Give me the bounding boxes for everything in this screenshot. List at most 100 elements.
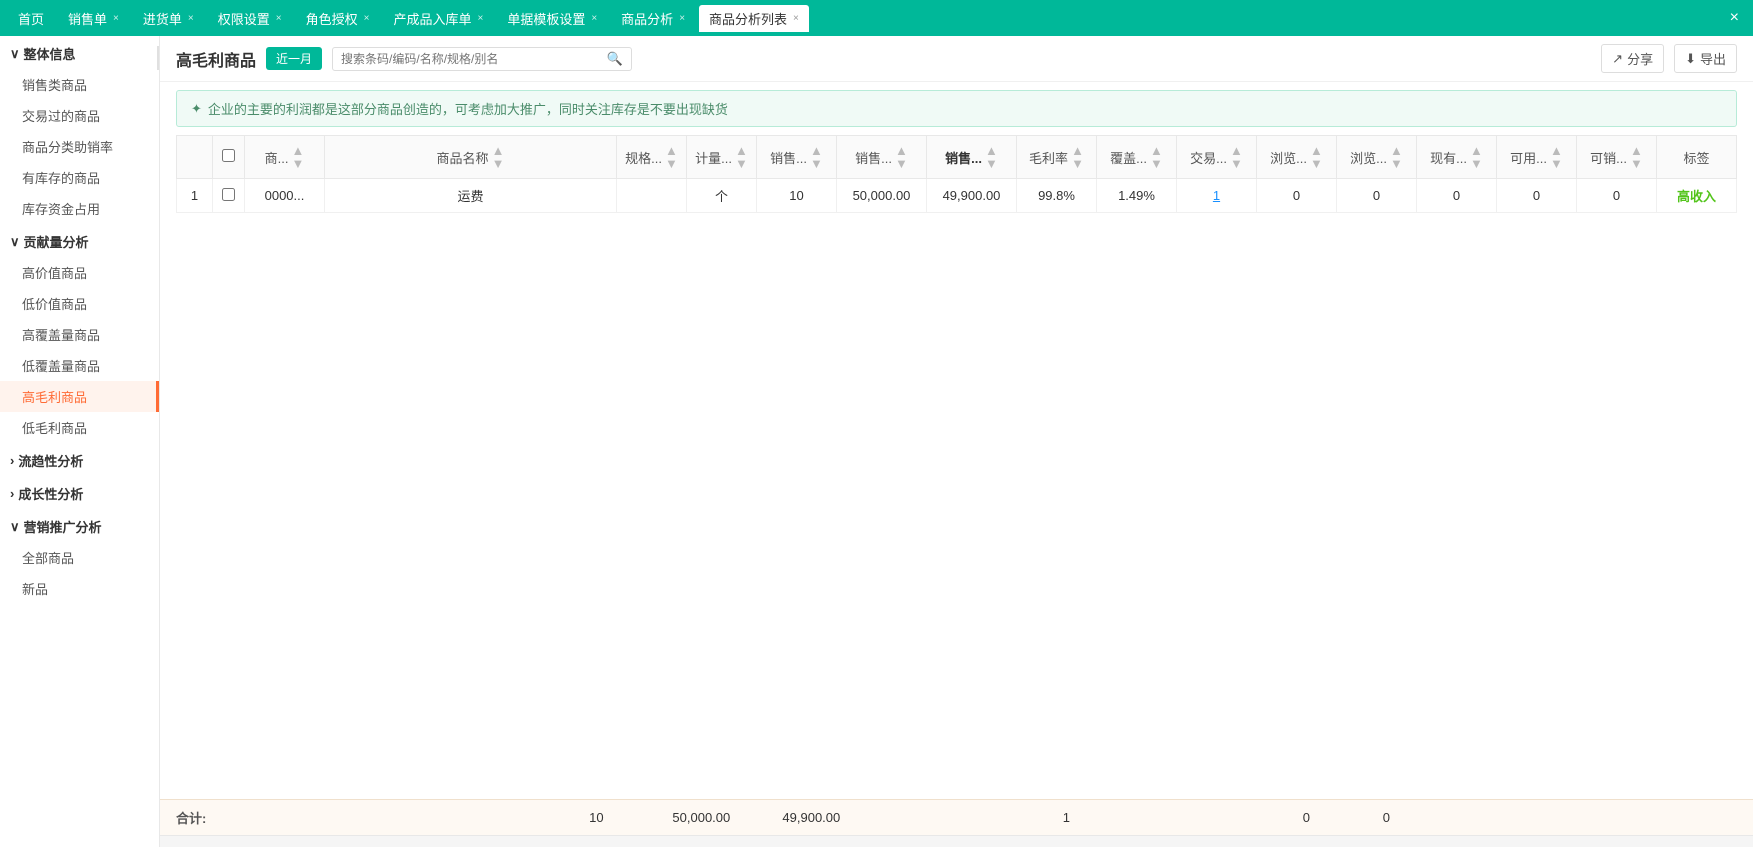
nav-template[interactable]: 单据模板设置 × [497, 5, 607, 32]
chevron-down-icon: ∨ [10, 234, 20, 250]
cell-tag: 高收入 [1657, 179, 1737, 213]
info-icon: ✦ [191, 101, 202, 117]
sidebar-group-growth[interactable]: › 成长性分析 [0, 476, 159, 509]
sidebar-item-low-coverage[interactable]: 低覆盖量商品 [0, 350, 159, 381]
col-unit[interactable]: 计量... ▲▼ [687, 136, 757, 179]
close-icon[interactable]: × [188, 13, 194, 24]
cell-sales3: 49,900.00 [927, 179, 1017, 213]
close-icon[interactable]: × [591, 13, 597, 24]
nav-product-entry[interactable]: 产成品入库单 × [383, 5, 493, 32]
cell-code[interactable]: 0000... [245, 179, 325, 213]
cell-checkbox[interactable] [213, 179, 245, 213]
cell-spec [617, 179, 687, 213]
footer-sales1: 10 [546, 810, 646, 825]
chevron-down-icon: ∨ [10, 519, 20, 535]
col-coverage[interactable]: 覆盖... ▲▼ [1097, 136, 1177, 179]
table-wrap: 商... ▲▼ 商品名称 ▲▼ 规格... [160, 135, 1753, 799]
sidebar-collapse-button[interactable]: « [157, 46, 160, 70]
content-header: 高毛利商品 近一月 🔍 ↗ 分享 ⬇ 导出 [160, 36, 1753, 82]
close-icon[interactable]: × [477, 13, 483, 24]
cell-transaction[interactable]: 1 [1177, 179, 1257, 213]
col-browse1[interactable]: 浏览... ▲▼ [1257, 136, 1337, 179]
cell-sales2: 50,000.00 [837, 179, 927, 213]
nav-purchase[interactable]: 进货单 × [133, 5, 204, 32]
col-sales3[interactable]: 销售... ▲▼ [927, 136, 1017, 179]
col-current[interactable]: 现有... ▲▼ [1417, 136, 1497, 179]
chevron-right-icon: › [10, 453, 14, 468]
footer-available: 0 [1346, 810, 1426, 825]
main-layout: « ∨ 整体信息 销售类商品 交易过的商品 商品分类助销率 有库存的商品 库存资… [0, 36, 1753, 847]
export-button[interactable]: ⬇ 导出 [1674, 44, 1737, 73]
cell-unit: 个 [687, 179, 757, 213]
footer-sales2: 50,000.00 [646, 810, 756, 825]
col-code[interactable]: 商... ▲▼ [245, 136, 325, 179]
sidebar-item-high-margin[interactable]: 高毛利商品 [0, 381, 159, 412]
sidebar-item-sales-products[interactable]: 销售类商品 [0, 69, 159, 100]
sidebar-item-new-products[interactable]: 新品 [0, 573, 159, 604]
row-checkbox[interactable] [222, 188, 235, 201]
sidebar-item-low-margin[interactable]: 低毛利商品 [0, 412, 159, 443]
top-navigation: 首页 销售单 × 进货单 × 权限设置 × 角色授权 × 产成品入库单 × 单据… [0, 0, 1753, 36]
footer-sales3: 49,900.00 [756, 810, 866, 825]
cell-sales1: 10 [757, 179, 837, 213]
nav-home[interactable]: 首页 [8, 5, 54, 32]
col-spec[interactable]: 规格... ▲▼ [617, 136, 687, 179]
close-icon[interactable]: × [793, 13, 799, 24]
col-sales1[interactable]: 销售... ▲▼ [757, 136, 837, 179]
horizontal-scrollbar[interactable] [160, 835, 1753, 847]
export-icon: ⬇ [1685, 51, 1696, 67]
col-browse2[interactable]: 浏览... ▲▼ [1337, 136, 1417, 179]
chevron-right-icon: › [10, 486, 14, 501]
cell-available: 0 [1497, 179, 1577, 213]
col-available[interactable]: 可用... ▲▼ [1497, 136, 1577, 179]
sidebar-item-high-value[interactable]: 高价值商品 [0, 257, 159, 288]
filter-recent-month-button[interactable]: 近一月 [266, 47, 322, 70]
sidebar-group-marketing[interactable]: ∨ 营销推广分析 [0, 509, 159, 542]
cell-current: 0 [1417, 179, 1497, 213]
sidebar-item-stock-products[interactable]: 有库存的商品 [0, 162, 159, 193]
cell-gross-rate: 99.8% [1017, 179, 1097, 213]
search-icon[interactable]: 🔍 [607, 51, 623, 67]
share-button[interactable]: ↗ 分享 [1601, 44, 1664, 73]
product-table: 商... ▲▼ 商品名称 ▲▼ 规格... [176, 135, 1737, 213]
search-input[interactable] [341, 52, 601, 66]
col-sellable[interactable]: 可销... ▲▼ [1577, 136, 1657, 179]
sidebar: « ∨ 整体信息 销售类商品 交易过的商品 商品分类助销率 有库存的商品 库存资… [0, 36, 160, 847]
table-footer: 合计: 10 50,000.00 49,900.00 1 0 0 [160, 799, 1753, 835]
sidebar-item-traded-products[interactable]: 交易过的商品 [0, 100, 159, 131]
cell-browse1: 0 [1257, 179, 1337, 213]
nav-analysis-list[interactable]: 商品分析列表 × [699, 5, 809, 32]
col-sales2[interactable]: 销售... ▲▼ [837, 136, 927, 179]
nav-analysis[interactable]: 商品分析 × [611, 5, 695, 32]
nav-roles[interactable]: 角色授权 × [296, 5, 380, 32]
chevron-down-icon: ∨ [10, 46, 20, 62]
sidebar-item-stock-capital[interactable]: 库存资金占用 [0, 193, 159, 224]
col-name[interactable]: 商品名称 ▲▼ [325, 136, 617, 179]
select-all-checkbox[interactable] [222, 149, 235, 162]
cell-index: 1 [177, 179, 213, 213]
sidebar-item-category-rate[interactable]: 商品分类助销率 [0, 131, 159, 162]
close-icon[interactable]: × [113, 13, 119, 24]
close-all-button[interactable]: × [1724, 9, 1745, 27]
sidebar-item-high-coverage[interactable]: 高覆盖量商品 [0, 319, 159, 350]
table-header-row: 商... ▲▼ 商品名称 ▲▼ 规格... [177, 136, 1737, 179]
sidebar-group-overview[interactable]: ∨ 整体信息 [0, 36, 159, 69]
footer-transaction: 1 [1026, 810, 1106, 825]
close-icon[interactable]: × [364, 13, 370, 24]
close-icon[interactable]: × [276, 13, 282, 24]
nav-sales[interactable]: 销售单 × [58, 5, 129, 32]
share-icon: ↗ [1612, 51, 1623, 67]
sidebar-group-contribution[interactable]: ∨ 贡献量分析 [0, 224, 159, 257]
cell-coverage: 1.49% [1097, 179, 1177, 213]
col-checkbox[interactable] [213, 136, 245, 179]
nav-permissions[interactable]: 权限设置 × [208, 5, 292, 32]
footer-current: 0 [1266, 810, 1346, 825]
sidebar-item-low-value[interactable]: 低价值商品 [0, 288, 159, 319]
col-transaction[interactable]: 交易... ▲▼ [1177, 136, 1257, 179]
sidebar-group-trend[interactable]: › 流趋性分析 [0, 443, 159, 476]
header-actions: ↗ 分享 ⬇ 导出 [1601, 44, 1737, 73]
col-tag[interactable]: 标签 [1657, 136, 1737, 179]
close-icon[interactable]: × [679, 13, 685, 24]
sidebar-item-all-products[interactable]: 全部商品 [0, 542, 159, 573]
col-gross-rate[interactable]: 毛利率 ▲▼ [1017, 136, 1097, 179]
